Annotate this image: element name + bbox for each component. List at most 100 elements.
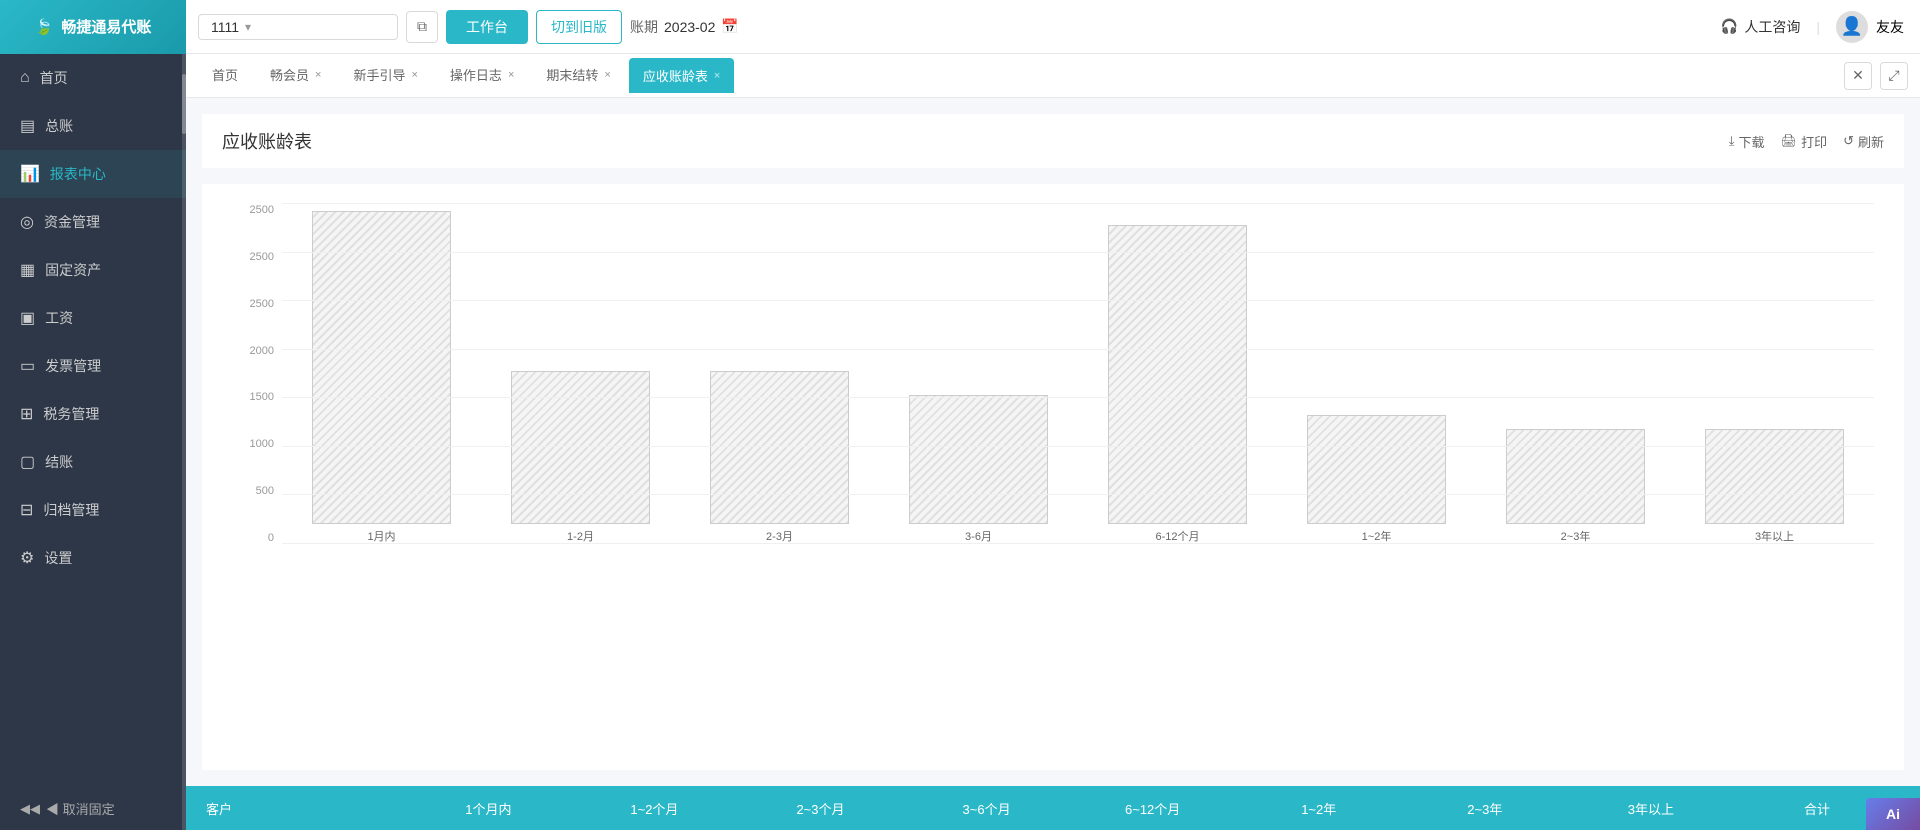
funds-icon: ◎ (20, 212, 34, 232)
print-button[interactable]: 🖨 打印 (1781, 132, 1828, 151)
y-label-2500b: 2500 (250, 251, 274, 263)
y-label-2500c: 2500 (250, 298, 274, 310)
table-col-2-3m: 2~3个月 (737, 799, 903, 818)
expand-tab-button[interactable]: ⤢ (1880, 62, 1908, 90)
tab-oplog[interactable]: 操作日志 × (436, 57, 528, 94)
page-header: 应收账龄表 ⤓ 下载 🖨 打印 ↺ 刷新 (202, 114, 1904, 168)
sidebar-label-settings: 设置 (44, 548, 72, 568)
period-value: 2023-02 (664, 19, 715, 35)
page-actions: ⤓ 下载 🖨 打印 ↺ 刷新 (1729, 132, 1884, 151)
tab-period[interactable]: 期末结转 × (532, 57, 624, 94)
tab-period-close[interactable]: × (604, 69, 610, 81)
period-label: 账期 (630, 17, 658, 37)
sidebar-item-tax[interactable]: ⊞ 税务管理 (0, 390, 186, 438)
ledger-icon: ▤ (20, 116, 35, 136)
workbench-button[interactable]: 工作台 (446, 10, 528, 44)
page-content: 应收账龄表 ⤓ 下载 🖨 打印 ↺ 刷新 (186, 98, 1920, 786)
consult-button[interactable]: 🎧 人工咨询 (1721, 17, 1800, 37)
grid-line-5 (282, 446, 1874, 447)
tabs-actions: ✕ ⤢ (1844, 62, 1908, 90)
table-col-2-3y: 2~3年 (1402, 799, 1568, 818)
sidebar-item-funds[interactable]: ◎ 资金管理 (0, 198, 186, 246)
close-tab-button[interactable]: ✕ (1844, 62, 1872, 90)
user-name: 友友 (1876, 17, 1904, 37)
salary-icon: ▣ (20, 308, 35, 328)
refresh-icon: ↺ (1843, 133, 1854, 149)
y-label-0: 0 (268, 532, 274, 544)
consult-label: 人工咨询 (1744, 17, 1800, 37)
grid-line-6 (282, 494, 1874, 495)
sidebar-label-invoice: 发票管理 (45, 356, 101, 376)
sidebar-item-ledger[interactable]: ▤ 总账 (0, 102, 186, 150)
sidebar-item-home[interactable]: ⌂ 首页 (0, 54, 186, 102)
sidebar-item-checkout[interactable]: ▢ 结账 (0, 438, 186, 486)
tab-vip[interactable]: 畅会员 × (256, 57, 335, 94)
invoice-icon: ▭ (20, 356, 35, 376)
y-label-500: 500 (256, 485, 274, 497)
grid-line-2 (282, 300, 1874, 301)
print-label: 打印 (1801, 132, 1827, 151)
header-right: 🎧 人工咨询 | 👤 友友 (1721, 11, 1904, 43)
refresh-button[interactable]: ↺ 刷新 (1843, 132, 1884, 151)
calendar-icon[interactable]: 📅 (721, 18, 738, 35)
tab-home[interactable]: 首页 (198, 57, 252, 94)
grid-line-3 (282, 349, 1874, 350)
divider: | (1816, 19, 1820, 35)
assets-icon: ▦ (20, 260, 35, 280)
sidebar-label-funds: 资金管理 (44, 212, 100, 232)
ai-badge[interactable]: Ai (1866, 798, 1920, 830)
y-label-1500: 1500 (250, 391, 274, 403)
collapse-label: ◀ 取消固定 (46, 799, 115, 818)
collapse-icon: ◀◀ (20, 801, 40, 817)
avatar: 👤 (1836, 11, 1868, 43)
y-label-1000: 1000 (250, 438, 274, 450)
tab-vip-close[interactable]: × (315, 69, 321, 81)
sidebar-item-salary[interactable]: ▣ 工资 (0, 294, 186, 342)
grid-line-4 (282, 397, 1874, 398)
copy-icon: ⧉ (417, 18, 427, 35)
tax-icon: ⊞ (20, 404, 33, 424)
page-title: 应收账龄表 (222, 128, 312, 154)
user-info[interactable]: 👤 友友 (1836, 11, 1904, 43)
sidebar-label-checkout: 结账 (45, 452, 73, 472)
sidebar-item-assets[interactable]: ▦ 固定资产 (0, 246, 186, 294)
tab-oplog-close[interactable]: × (508, 69, 514, 81)
tab-vip-label: 畅会员 (270, 65, 309, 84)
switch-version-button[interactable]: 切到旧版 (536, 10, 622, 44)
chart-grid (282, 204, 1874, 544)
download-button[interactable]: ⤓ 下载 (1729, 132, 1765, 151)
logo: 🍃 畅捷通易代账 (0, 0, 186, 54)
table-col-1-2y: 1~2年 (1236, 799, 1402, 818)
tab-guide-label: 新手引导 (353, 65, 405, 84)
sidebar-label-ledger: 总账 (45, 116, 73, 136)
table-col-6-12m: 6~12个月 (1070, 799, 1236, 818)
sidebar-label-tax: 税务管理 (43, 404, 99, 424)
y-label-2000: 2000 (250, 345, 274, 357)
sidebar-label-reports: 报表中心 (50, 164, 106, 184)
tab-aging-close[interactable]: × (714, 70, 720, 82)
sidebar-collapse-button[interactable]: ◀◀ ◀ 取消固定 (0, 787, 186, 830)
tab-aging-label: 应收账龄表 (643, 66, 708, 85)
settings-icon: ⚙ (20, 548, 34, 568)
sidebar-item-reports[interactable]: 📊 报表中心 (0, 150, 186, 198)
reports-icon: 📊 (20, 164, 40, 184)
tab-guide-close[interactable]: × (411, 69, 417, 81)
sidebar: ⌂ 首页 ▤ 总账 📊 报表中心 ◎ 资金管理 ▦ 固定资产 ▣ 工资 ▭ 发票… (0, 54, 186, 830)
tab-aging[interactable]: 应收账龄表 × (629, 58, 734, 93)
headset-icon: 🎧 (1721, 18, 1738, 35)
grid-line-bottom (282, 543, 1874, 544)
tab-guide[interactable]: 新手引导 × (339, 57, 431, 94)
company-selector[interactable]: 1111 ▾ (198, 14, 398, 40)
download-icon: ⤓ (1729, 133, 1735, 149)
download-label: 下载 (1739, 132, 1765, 151)
y-label-2500a: 2500 (250, 204, 274, 216)
print-icon: 🖨 (1781, 133, 1798, 149)
table-col-1m: 1个月内 (405, 799, 571, 818)
sidebar-label-salary: 工资 (45, 308, 73, 328)
sidebar-label-home: 首页 (40, 68, 68, 88)
copy-button[interactable]: ⧉ (406, 11, 438, 43)
sidebar-item-archive[interactable]: ⊟ 归档管理 (0, 486, 186, 534)
bar-chart: 2500 2500 2500 2000 1500 1000 500 0 (232, 204, 1874, 584)
sidebar-item-settings[interactable]: ⚙ 设置 (0, 534, 186, 582)
sidebar-item-invoice[interactable]: ▭ 发票管理 (0, 342, 186, 390)
